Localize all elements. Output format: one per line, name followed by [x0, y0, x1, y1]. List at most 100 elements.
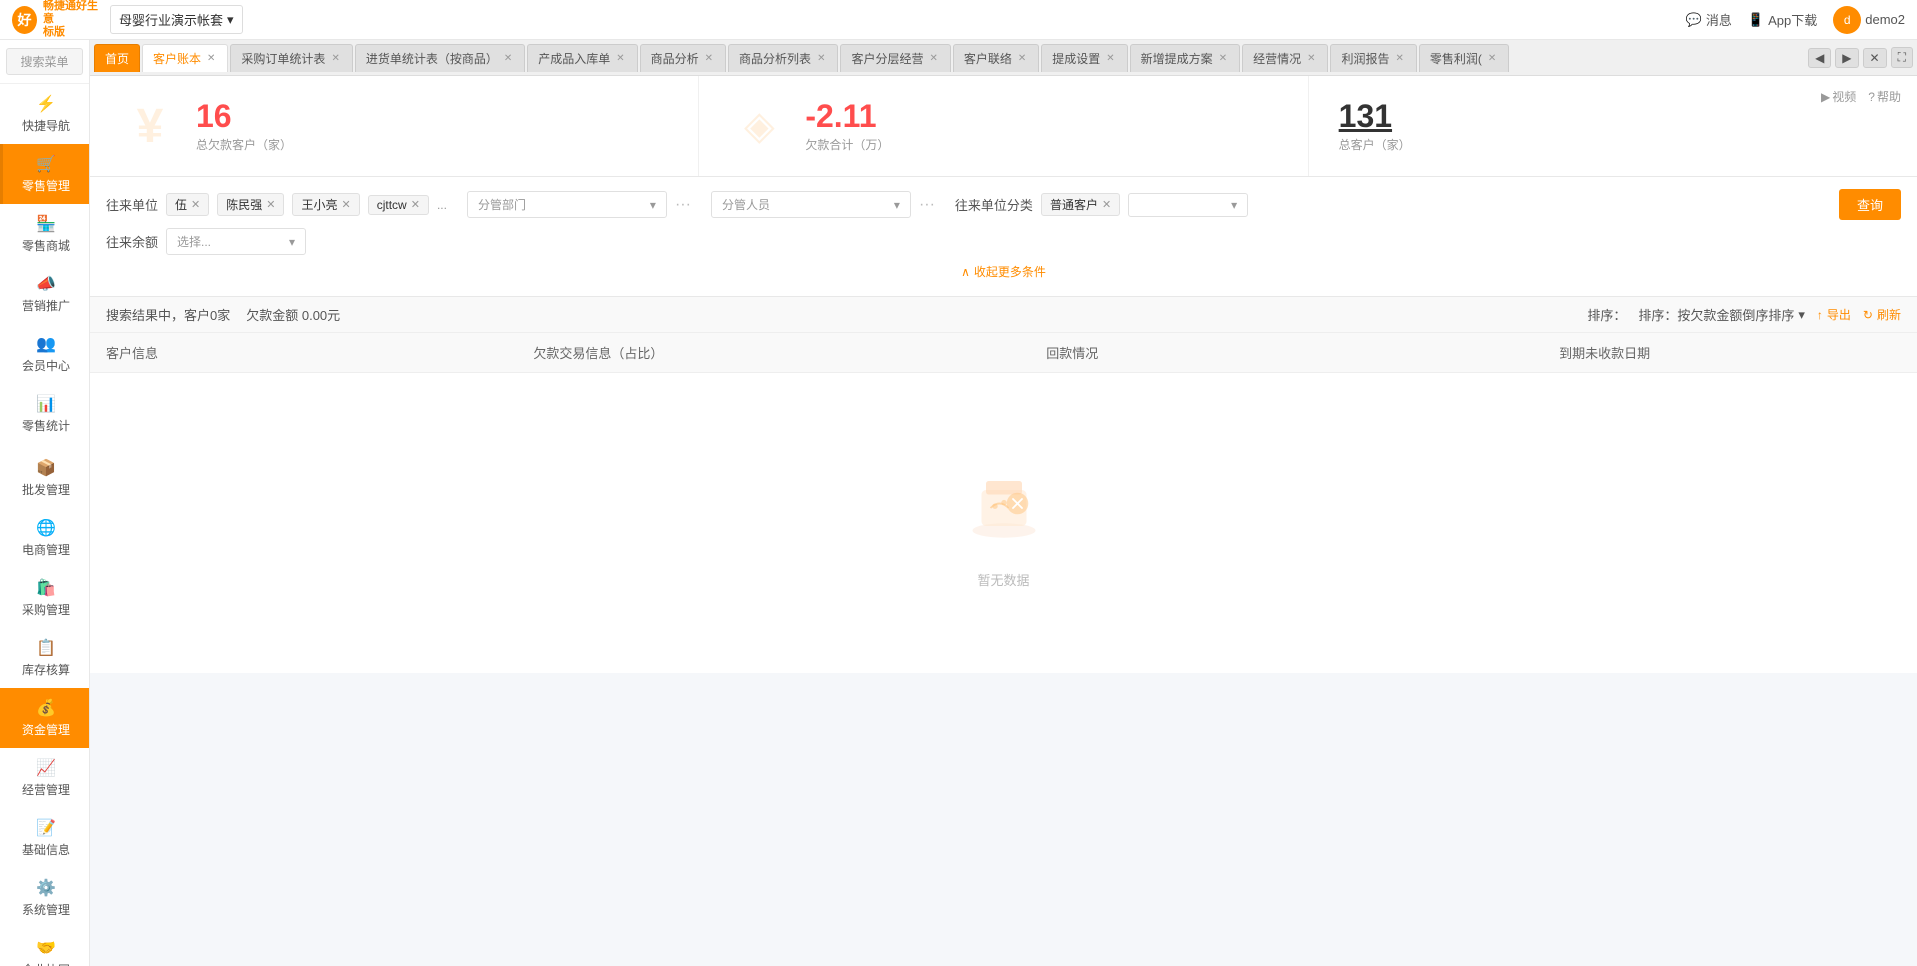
- sidebar-item-retail-stats[interactable]: 📊 零售统计: [0, 384, 89, 444]
- stat-top-right: ▶ 视频 ? 帮助: [1821, 88, 1901, 105]
- empty-text: 暂无数据: [977, 570, 1029, 589]
- sidebar-item-marketing[interactable]: 📣 营销推广: [0, 264, 89, 324]
- tab-product-analysis[interactable]: 商品分析 ✕: [640, 44, 726, 72]
- tab-customer-contact[interactable]: 客户联络 ✕: [953, 44, 1039, 72]
- tab-close-all-button[interactable]: ✕: [1863, 48, 1887, 68]
- search-result-amount: 欠款金额 0.00元: [246, 305, 340, 324]
- tab-prev-button[interactable]: ◀: [1808, 48, 1831, 68]
- unit-filter-label: 往来单位: [106, 195, 158, 214]
- th-debt: 欠款交易信息（占比）: [533, 343, 1046, 362]
- th-repay: 回款情况: [1046, 343, 1559, 362]
- filter-more-button[interactable]: ...: [437, 198, 447, 212]
- filter-tag-close-chen[interactable]: ✕: [266, 198, 275, 211]
- balance-filter-label: 往来余额: [106, 232, 158, 251]
- filter-row-1: 往来单位 伍 ✕ 陈民强 ✕ 王小亮 ✕ cjttcw: [106, 189, 1901, 220]
- refresh-button[interactable]: ↻ 刷新: [1863, 306, 1901, 323]
- tab-close-inbound-stats[interactable]: ✕: [502, 52, 514, 65]
- sidebar-item-enterprise-coop[interactable]: 🤝 企业协同: [0, 928, 89, 966]
- marketing-icon: 📣: [36, 274, 56, 294]
- sidebar-item-wholesale-mgmt[interactable]: 📦 批发管理: [0, 448, 89, 508]
- chevron-down-icon-sort: ▾: [1798, 307, 1805, 323]
- tab-new-promotion-plan[interactable]: 新增提成方案 ✕: [1130, 44, 1240, 72]
- tab-customer-tier[interactable]: 客户分层经营 ✕: [840, 44, 950, 72]
- tab-close-business-status[interactable]: ✕: [1305, 52, 1317, 65]
- video-link[interactable]: ▶ 视频: [1821, 88, 1856, 105]
- chevron-down-icon-category: ▾: [1231, 198, 1237, 212]
- tab-production-inbound[interactable]: 产成品入库单 ✕: [527, 44, 637, 72]
- filter-tag-wang[interactable]: 王小亮 ✕: [292, 193, 359, 216]
- stat-info-overdue-amount: -2.11 欠款合计（万）: [805, 100, 889, 153]
- tab-close-production-inbound[interactable]: ✕: [614, 52, 626, 65]
- tab-close-customer-contact[interactable]: ✕: [1016, 52, 1028, 65]
- inventory-check-icon: 📋: [36, 638, 56, 658]
- query-button[interactable]: 查询: [1839, 189, 1901, 220]
- sort-select[interactable]: 排序：按欠款金额倒序排序 ▾: [1638, 305, 1805, 324]
- sidebar-item-retail-mall[interactable]: 🏪 零售商城: [0, 204, 89, 264]
- filter-tag-close-cjttcw[interactable]: ✕: [411, 198, 420, 211]
- tab-home[interactable]: 首页: [94, 44, 140, 72]
- app-download-button[interactable]: 📱 App下载: [1748, 10, 1817, 29]
- help-link[interactable]: ? 帮助: [1868, 88, 1901, 105]
- collapse-button[interactable]: ∧ 收起更多条件: [961, 263, 1046, 280]
- filter-tag-wu[interactable]: 伍 ✕: [166, 193, 209, 216]
- tab-promotion-settings[interactable]: 提成设置 ✕: [1041, 44, 1127, 72]
- unit-category-filter-select[interactable]: ▾: [1128, 193, 1248, 217]
- filter-tag-cjttcw[interactable]: cjttcw ✕: [368, 195, 429, 215]
- stat-info-total-customers: 131 总客户（家）: [1339, 100, 1411, 153]
- sidebar-item-quick-nav[interactable]: ⚡ 快捷导航: [0, 84, 89, 144]
- tab-close-product-analysis[interactable]: ✕: [703, 52, 715, 65]
- total-customers-value: 131: [1339, 100, 1411, 132]
- filter-tag-chen[interactable]: 陈民强 ✕: [217, 193, 284, 216]
- business-mgmt-icon: 📈: [36, 758, 56, 778]
- sidebar-item-ecommerce-mgmt[interactable]: 🌐 电商管理: [0, 508, 89, 568]
- person-filter-select[interactable]: 分管人员 ▾: [711, 191, 911, 218]
- tab-profit-report[interactable]: 利润报告 ✕: [1330, 44, 1416, 72]
- dept-filter-select[interactable]: 分管部门 ▾: [467, 191, 667, 218]
- retail-stats-icon: 📊: [36, 394, 56, 414]
- sidebar-item-business-mgmt[interactable]: 📈 经营管理: [0, 748, 89, 808]
- user-avatar-area[interactable]: d demo2: [1833, 6, 1905, 34]
- overdue-customers-label: 总欠款客户（家）: [196, 136, 292, 153]
- refresh-icon: ↻: [1863, 308, 1873, 322]
- tab-product-analysis-list[interactable]: 商品分析列表 ✕: [728, 44, 838, 72]
- tab-close-retail-profit[interactable]: ✕: [1486, 52, 1498, 65]
- tab-fullscreen-button[interactable]: ⛶: [1891, 47, 1913, 68]
- filter-tag-close-wu[interactable]: ✕: [191, 198, 200, 211]
- tab-inbound-stats[interactable]: 进货单统计表（按商品） ✕: [355, 44, 525, 72]
- stat-card-total-customers: 131 总客户（家） ▶ 视频 ? 帮助: [1309, 76, 1917, 176]
- tab-controls: ◀ ▶ ✕ ⛶: [1808, 47, 1913, 68]
- store-selector[interactable]: 母婴行业演示帐套 ▾: [110, 5, 243, 34]
- tab-close-accounts-receivable[interactable]: ✕: [205, 52, 217, 65]
- tab-close-promotion-settings[interactable]: ✕: [1104, 52, 1116, 65]
- sidebar-item-purchase-mgmt[interactable]: 🛍️ 采购管理: [0, 568, 89, 628]
- tab-purchase-order-stats[interactable]: 采购订单统计表 ✕: [230, 44, 352, 72]
- sidebar-item-finance-mgmt[interactable]: 💰 资金管理: [0, 688, 89, 748]
- search-menu-button[interactable]: 搜索菜单: [6, 48, 83, 75]
- balance-filter-select[interactable]: 选择... ▾: [166, 228, 306, 255]
- sidebar-item-member-center[interactable]: 👥 会员中心: [0, 324, 89, 384]
- th-customer: 客户信息: [106, 343, 533, 362]
- filter-area: 往来单位 伍 ✕ 陈民强 ✕ 王小亮 ✕ cjttcw: [90, 177, 1917, 297]
- sidebar-item-inventory-check[interactable]: 📋 库存核算: [0, 628, 89, 688]
- dept-filter-dots[interactable]: ···: [675, 196, 691, 214]
- tab-close-new-promotion-plan[interactable]: ✕: [1217, 52, 1229, 65]
- sidebar-item-system-mgmt[interactable]: ⚙️ 系统管理: [0, 868, 89, 928]
- tab-accounts-receivable[interactable]: 客户账本 ✕: [142, 44, 228, 72]
- sidebar-top: 搜索菜单: [0, 40, 89, 84]
- tab-business-status[interactable]: 经营情况 ✕: [1242, 44, 1328, 72]
- wholesale-mgmt-icon: 📦: [36, 458, 56, 478]
- filter-tag-close-normal-customer[interactable]: ✕: [1102, 198, 1111, 211]
- tab-next-button[interactable]: ▶: [1835, 48, 1858, 68]
- tab-close-customer-tier[interactable]: ✕: [927, 52, 939, 65]
- filter-tag-close-wang[interactable]: ✕: [342, 198, 351, 211]
- tab-retail-profit[interactable]: 零售利润( ✕: [1419, 44, 1509, 72]
- tab-close-purchase-order-stats[interactable]: ✕: [329, 52, 341, 65]
- sidebar-item-basic-info[interactable]: 📝 基础信息: [0, 808, 89, 868]
- sidebar-item-retail-mgmt[interactable]: 🛒 零售管理: [0, 144, 89, 204]
- messages-button[interactable]: 💬 消息: [1686, 10, 1732, 29]
- export-button[interactable]: ↑ 导出: [1817, 306, 1851, 323]
- filter-tag-normal-customer[interactable]: 普通客户 ✕: [1041, 193, 1120, 216]
- tab-close-product-analysis-list[interactable]: ✕: [815, 52, 827, 65]
- tab-close-profit-report[interactable]: ✕: [1394, 52, 1406, 65]
- person-filter-dots[interactable]: ···: [919, 196, 935, 214]
